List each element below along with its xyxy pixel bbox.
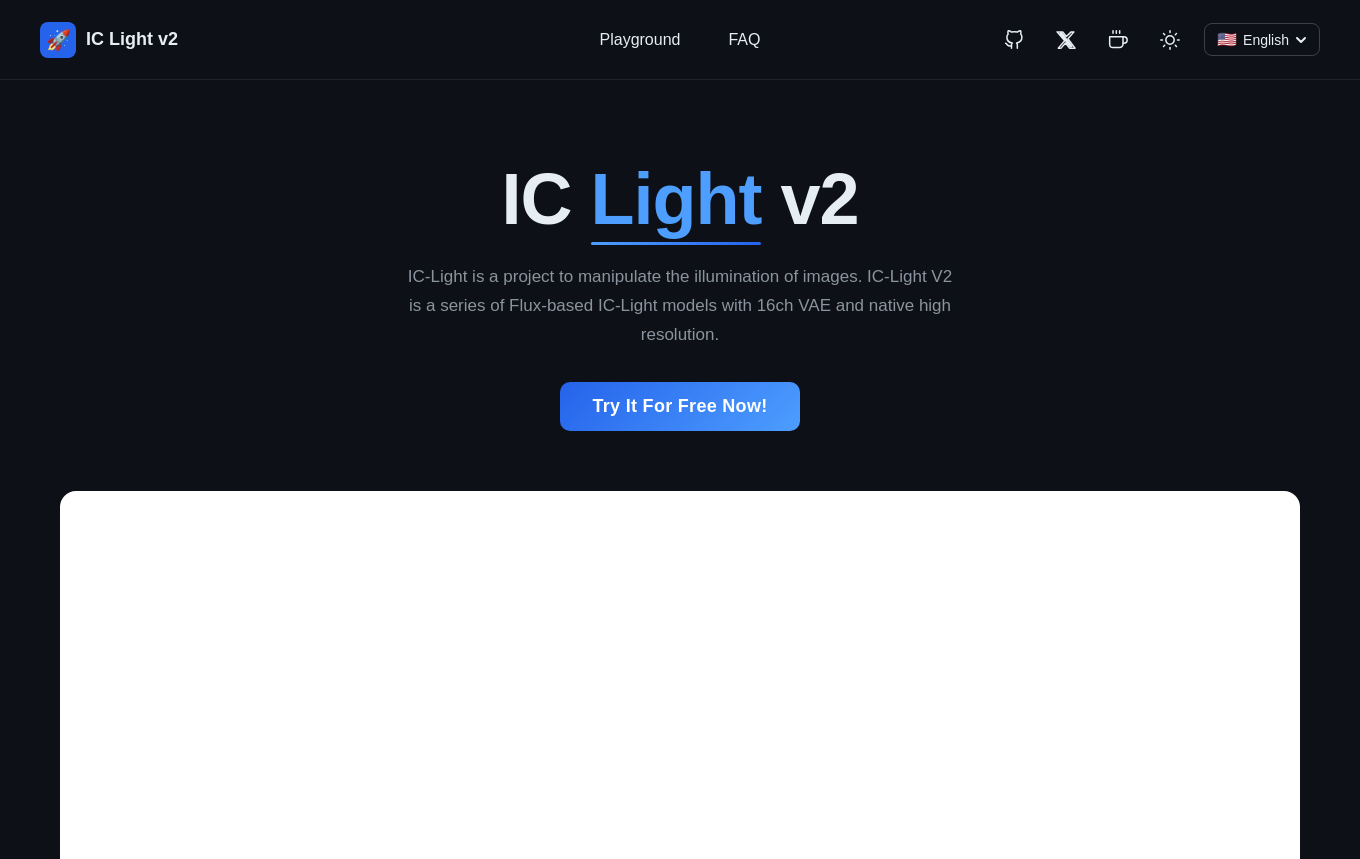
- hero-section: IC Light v2 IC-Light is a project to man…: [0, 80, 1360, 491]
- nav-links: Playground FAQ: [592, 27, 769, 53]
- brand-name: IC Light v2: [86, 29, 178, 50]
- theme-toggle-button[interactable]: [1152, 22, 1188, 58]
- coffee-icon: [1108, 30, 1128, 50]
- hero-cta-button[interactable]: Try It For Free Now!: [560, 382, 799, 431]
- nav-playground-link[interactable]: Playground: [592, 27, 689, 53]
- nav-faq-link[interactable]: FAQ: [720, 27, 768, 53]
- language-label: English: [1243, 32, 1289, 48]
- hero-title: IC Light v2: [40, 160, 1320, 239]
- github-button[interactable]: [996, 22, 1032, 58]
- twitter-icon: [1056, 30, 1076, 50]
- hero-title-prefix: IC: [501, 159, 590, 239]
- logo-emoji: 🚀: [46, 28, 71, 52]
- github-icon: [1004, 30, 1024, 50]
- svg-line-10: [1164, 45, 1165, 46]
- nav-actions: 🇺🇸 English: [996, 22, 1320, 58]
- logo-icon: 🚀: [40, 22, 76, 58]
- language-selector[interactable]: 🇺🇸 English: [1204, 23, 1320, 56]
- svg-line-11: [1175, 33, 1176, 34]
- brand-logo-link[interactable]: 🚀 IC Light v2: [40, 22, 178, 58]
- hero-subtitle: IC-Light is a project to manipulate the …: [400, 263, 960, 350]
- svg-line-7: [1175, 45, 1176, 46]
- twitter-button[interactable]: [1048, 22, 1084, 58]
- playground-container: [60, 491, 1300, 859]
- chevron-down-icon: [1295, 34, 1307, 46]
- navbar: 🚀 IC Light v2 Playground FAQ: [0, 0, 1360, 80]
- sun-icon: [1160, 30, 1180, 50]
- language-flag: 🇺🇸: [1217, 30, 1237, 49]
- svg-point-3: [1166, 35, 1174, 43]
- svg-line-6: [1164, 33, 1165, 34]
- hero-title-suffix: v2: [761, 159, 858, 239]
- hero-title-highlight: Light: [591, 160, 762, 239]
- coffee-button[interactable]: [1100, 22, 1136, 58]
